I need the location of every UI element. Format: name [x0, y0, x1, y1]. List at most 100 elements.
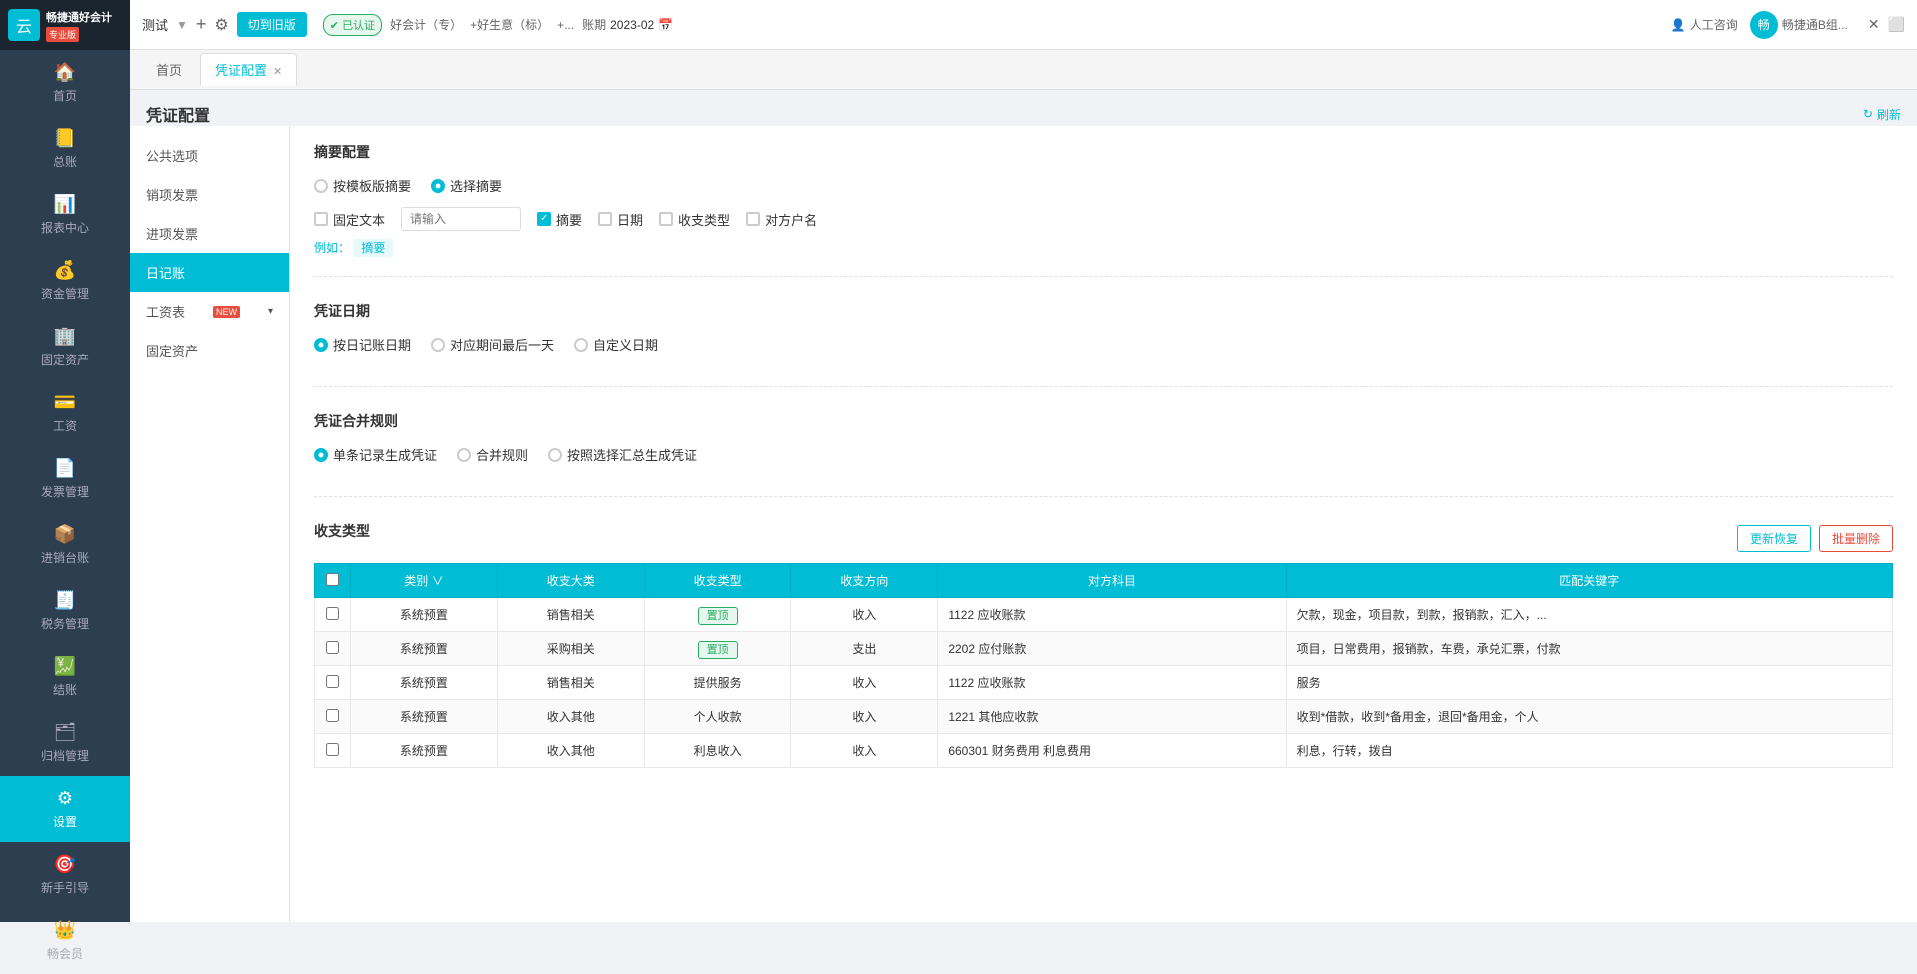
sidebar-item-home[interactable]: 🏠 首页	[0, 50, 130, 116]
left-nav-item-sales_invoice[interactable]: 销项发票	[130, 175, 289, 214]
checkbox-counterparty[interactable]: 对方户名	[746, 210, 817, 229]
fixed-text-input[interactable]	[401, 207, 521, 231]
sidebar-item-guide[interactable]: 🎯新手引导	[0, 842, 130, 908]
sidebar-item-funds[interactable]: 💰资金管理	[0, 248, 130, 314]
type-tag-1[interactable]: 置顶	[698, 641, 738, 659]
logo-text: 畅捷通好会计 专业版	[46, 9, 112, 42]
calendar-icon[interactable]: 📅	[658, 18, 673, 32]
tag-haoshengyi: +好生意（标）	[470, 16, 549, 33]
sidebar-item-archive[interactable]: 🗂归档管理	[0, 710, 130, 776]
content-area: 凭证配置 ↻ 刷新 公共选项销项发票进项发票日记账工资表NEW▾固定资产 摘要配…	[130, 90, 1917, 922]
dropdown-icon[interactable]: ▼	[176, 18, 188, 32]
table-row: 系统预置 销售相关 提供服务 收入 1122 应收账款 服务	[315, 666, 1893, 700]
sidebar-label-archive: 归档管理	[41, 747, 89, 764]
tab-voucher_config[interactable]: 凭证配置✕	[200, 53, 297, 86]
checkbox-box-fixed	[314, 212, 328, 226]
table-row: 系统预置 采购相关 置顶 支出 2202 应付账款 项目，日常费用，报销款，车费…	[315, 632, 1893, 666]
sidebar-icon-invoice_mgmt: 📄	[54, 458, 76, 479]
sidebar-item-settle[interactable]: 💹结账	[0, 644, 130, 710]
sidebar-item-assets[interactable]: 🏢固定资产	[0, 314, 130, 380]
sidebar-item-purchase[interactable]: 📦 进销台账	[0, 512, 130, 578]
type-tag-0[interactable]: 置顶	[698, 607, 738, 625]
consult-button[interactable]: 👤 人工咨询	[1671, 16, 1738, 33]
left-nav-item-public[interactable]: 公共选项	[130, 136, 289, 175]
radio-merge-rules[interactable]: 合并规则	[457, 445, 528, 464]
row-direction-2: 收入	[791, 666, 938, 700]
sidebar-label-salary: 工资	[53, 417, 77, 434]
add-button[interactable]: +	[196, 14, 207, 35]
sidebar-item-member[interactable]: 👑畅会员	[0, 908, 130, 974]
sidebar-item-invoice_mgmt[interactable]: 📄发票管理	[0, 446, 130, 512]
row-checkbox-2	[315, 666, 351, 700]
row-select-0[interactable]	[326, 607, 339, 620]
radio-journal-date[interactable]: 按日记账日期	[314, 335, 411, 354]
update-restore-button[interactable]: 更新恢复	[1737, 525, 1811, 552]
row-checkbox-4	[315, 734, 351, 768]
table-header-row: 收支类型 更新恢复 批量删除	[314, 521, 1893, 555]
th-type: 收支类型	[644, 564, 791, 598]
radio-circle-period	[431, 338, 445, 352]
row-select-4[interactable]	[326, 743, 339, 756]
batch-delete-button[interactable]: 批量删除	[1819, 525, 1893, 552]
panel-layout: 公共选项销项发票进项发票日记账工资表NEW▾固定资产 摘要配置 按模板版摘要 选…	[130, 126, 1917, 922]
sidebar-label-settle: 结账	[53, 681, 77, 698]
checkbox-type[interactable]: 收支类型	[659, 210, 730, 229]
app-logo: 云 畅捷通好会计 专业版	[0, 0, 130, 50]
sidebar-label-funds: 资金管理	[41, 285, 89, 302]
left-nav-item-journal[interactable]: 日记账	[130, 253, 289, 292]
left-nav-item-payroll[interactable]: 工资表NEW▾	[130, 292, 289, 331]
sidebar-label-reports: 报表中心	[41, 219, 89, 236]
tab-home[interactable]: 首页	[142, 54, 196, 85]
select-all-checkbox[interactable]	[326, 573, 339, 586]
sidebar-icon-purchase: 📦	[54, 524, 76, 545]
sidebar-item-tax[interactable]: 🧾税务管理	[0, 578, 130, 644]
sidebar-label-purchase: 进销台账	[41, 549, 89, 566]
merge-rules-radio-group: 单条记录生成凭证 合并规则 按照选择汇总生成凭证	[314, 445, 1893, 464]
left-nav-item-purchase_invoice[interactable]: 进项发票	[130, 214, 289, 253]
period-label: 账期	[582, 16, 606, 33]
checkbox-date[interactable]: 日期	[598, 210, 643, 229]
row-type-3: 个人收款	[644, 700, 791, 734]
sidebar: 云 畅捷通好会计 专业版 🏠 首页 📒总账📊报表中心💰资金管理🏢固定资产💳工资📄发票…	[0, 0, 130, 922]
summary-checkbox-group: 固定文本 摘要 日期 收支类型	[314, 207, 1893, 231]
window-close-button[interactable]: ✕	[1868, 16, 1880, 33]
user-avatar: 畅	[1750, 11, 1778, 39]
sidebar-icon-settings: ⚙	[57, 788, 73, 809]
row-checkbox-0	[315, 598, 351, 632]
sidebar-item-ledger[interactable]: 📒总账	[0, 116, 130, 182]
period-selector[interactable]: 账期 2023-02 📅	[582, 16, 673, 33]
row-select-1[interactable]	[326, 641, 339, 654]
radio-single-record[interactable]: 单条记录生成凭证	[314, 445, 437, 464]
table-row: 系统预置 收入其他 个人收款 收入 1221 其他应收款 收到*借款，收到*备用…	[315, 700, 1893, 734]
checkbox-summary[interactable]: 摘要	[537, 210, 582, 229]
radio-selected-summary[interactable]: 按照选择汇总生成凭证	[548, 445, 697, 464]
tab-close-voucher_config[interactable]: ✕	[273, 66, 282, 78]
radio-custom-date[interactable]: 自定义日期	[574, 335, 658, 354]
radio-period-last[interactable]: 对应期间最后一天	[431, 335, 554, 354]
window-maximize-button[interactable]: ⬜	[1888, 16, 1905, 33]
user-profile[interactable]: 畅 畅捷通B组...	[1750, 11, 1848, 39]
example-tag: 摘要	[353, 239, 393, 257]
sidebar-item-reports[interactable]: 📊报表中心	[0, 182, 130, 248]
sidebar-label-home: 首页	[53, 87, 77, 104]
row-category-4: 系统预置	[351, 734, 498, 768]
radio-template-summary[interactable]: 按模板版摘要	[314, 176, 411, 195]
gear-button[interactable]: ⚙	[214, 15, 228, 35]
switch-version-button[interactable]: 切到旧版	[237, 12, 307, 37]
left-nav-item-fixed_assets[interactable]: 固定资产	[130, 331, 289, 370]
refresh-button[interactable]: ↻ 刷新	[1863, 106, 1901, 123]
left-nav: 公共选项销项发票进项发票日记账工资表NEW▾固定资产	[130, 126, 290, 922]
left-nav-items: 公共选项销项发票进项发票日记账工资表NEW▾固定资产	[130, 136, 289, 370]
row-category-2: 系统预置	[351, 666, 498, 700]
row-select-2[interactable]	[326, 675, 339, 688]
sidebar-item-salary[interactable]: 💳工资	[0, 380, 130, 446]
company-selector[interactable]: 测试	[142, 15, 168, 34]
radio-circle-merge	[457, 448, 471, 462]
sidebar-item-settings[interactable]: ⚙设置	[0, 776, 130, 842]
row-select-3[interactable]	[326, 709, 339, 722]
sidebar-icon-home: 🏠	[54, 62, 76, 83]
row-account-1: 2202 应付账款	[938, 632, 1286, 666]
radio-select-summary[interactable]: 选择摘要	[431, 176, 502, 195]
checkbox-fixed-text[interactable]: 固定文本	[314, 210, 385, 229]
radio-circle-select	[431, 179, 445, 193]
